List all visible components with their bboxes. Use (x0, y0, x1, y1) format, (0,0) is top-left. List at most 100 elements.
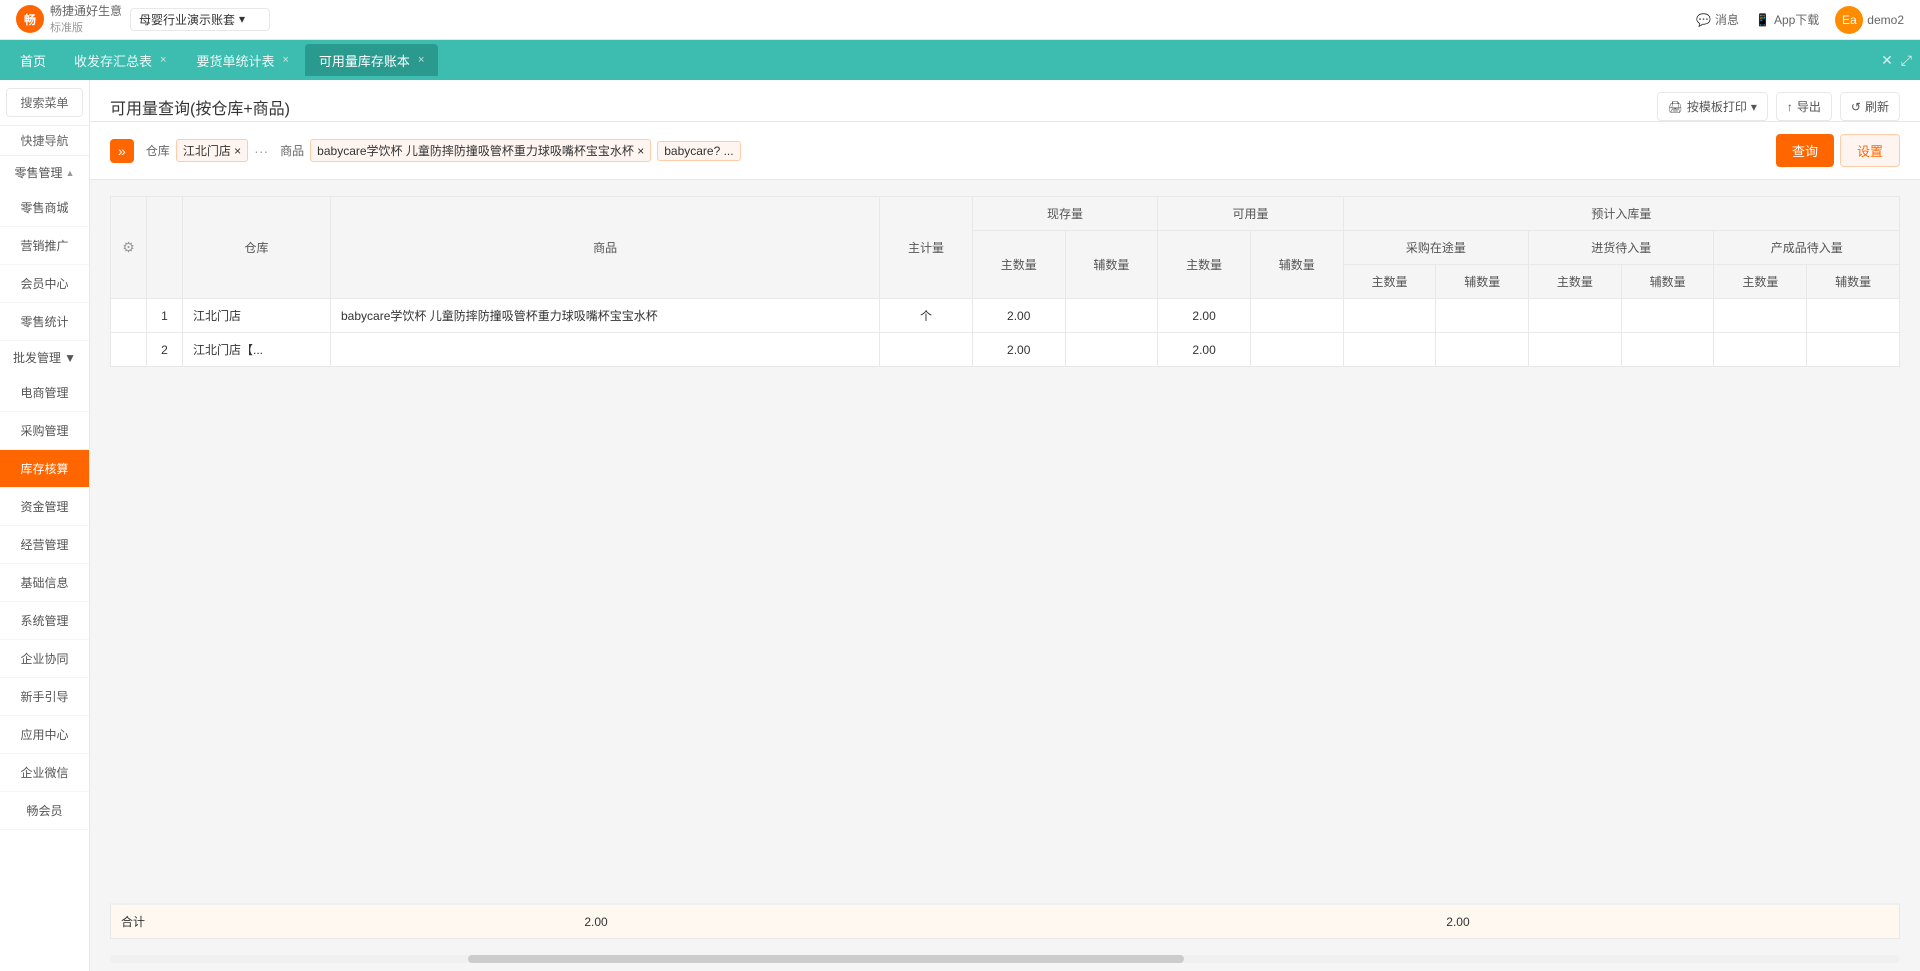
query-btn[interactable]: 查询 (1776, 134, 1834, 167)
template-select[interactable]: 母婴行业演示账套 ▾ (130, 8, 270, 31)
cell-aq-main-2: 2.00 (1158, 333, 1251, 367)
app-download-btn[interactable]: 📱 App下载 (1755, 11, 1819, 28)
main-layout: 搜索菜单 快捷导航 零售管理 零售商城 营销推广 会员中心 零售统计 批发管理 … (0, 80, 1920, 971)
export-btn[interactable]: ↑ 导出 (1776, 92, 1832, 121)
warehouse-filter-label: 仓库 (146, 142, 170, 159)
sidebar-item-wholesale-mgmt-label: 批发管理 (13, 349, 61, 366)
cell-ga-main-2 (1529, 333, 1622, 367)
cell-pt-main-2 (1343, 333, 1436, 367)
sidebar-item-base-info[interactable]: 基础信息 (0, 564, 89, 602)
settings-gear-icon[interactable]: ⚙ (122, 239, 135, 255)
product-tag-1-text: babycare学饮杯 儿童防摔防撞吸管杯重力球吸嘴杯宝宝水杯 × (317, 142, 644, 159)
product-tag-1: babycare学饮杯 儿童防摔防撞吸管杯重力球吸嘴杯宝宝水杯 × (310, 139, 651, 162)
sidebar-item-app-center[interactable]: 应用中心 (0, 716, 89, 754)
user-profile[interactable]: Ea demo2 (1835, 6, 1904, 34)
tab-order-stats[interactable]: 要货单统计表 × (182, 44, 302, 76)
th-available-qty: 可用量 (1158, 197, 1343, 231)
refresh-icon: ↺ (1851, 100, 1861, 114)
sidebar-item-marketing-label: 营销推广 (20, 237, 68, 254)
th-main-unit: 主计量 (880, 197, 973, 299)
filter-expand-btn[interactable]: » (110, 139, 134, 163)
tab-receipts[interactable]: 收发存汇总表 × (60, 44, 180, 76)
avatar: Ea (1835, 6, 1863, 34)
sidebar-item-enterprise-wechat[interactable]: 企业微信 (0, 754, 89, 792)
th-aq-main: 主数量 (1158, 231, 1251, 299)
sidebar-item-purchase-mgmt[interactable]: 采购管理 (0, 412, 89, 450)
search-menu-btn[interactable]: 搜索菜单 (6, 88, 83, 117)
sidebar-item-retail-stats[interactable]: 零售统计 (0, 303, 89, 341)
sidebar-item-member[interactable]: 畅会员 (0, 792, 89, 830)
horizontal-scrollbar[interactable] (110, 955, 1900, 963)
cell-pt-aux-2 (1436, 333, 1529, 367)
sidebar-item-member-center-label: 会员中心 (20, 275, 68, 292)
message-btn[interactable]: 💬 消息 (1696, 11, 1739, 28)
table-footer: 合计 2.00 2.00 (110, 903, 1900, 939)
th-pt-aux: 辅数量 (1436, 265, 1529, 299)
chevron-icon: ▾ (1751, 100, 1757, 114)
chevron-down-icon: ▾ (239, 12, 245, 26)
tab-home[interactable]: 首页 (8, 44, 58, 76)
cell-product-1: babycare学饮杯 儿童防摔防撞吸管杯重力球吸嘴杯宝宝水杯 (331, 299, 880, 333)
top-bar-right: 💬 消息 📱 App下载 Ea demo2 (1696, 6, 1904, 34)
cell-ga-main-1 (1529, 299, 1622, 333)
tab-available-stock[interactable]: 可用量库存账本 × (305, 44, 438, 76)
th-goods-awaiting: 进货待入量 (1529, 231, 1714, 265)
sidebar-search-area: 搜索菜单 (0, 80, 89, 126)
nav-controls: ✕ ⤢ (1881, 52, 1912, 69)
tab-order-stats-close[interactable]: × (282, 54, 288, 66)
warehouse-filter: 仓库 江北门店 × ··· (146, 139, 268, 162)
quick-nav-btn[interactable]: 快捷导航 (0, 126, 89, 156)
cell-settings-1 (111, 299, 147, 333)
sidebar-item-enterprise-collab[interactable]: 企业协同 (0, 640, 89, 678)
print-label: 按模板打印 (1687, 98, 1747, 115)
sidebar-item-enterprise-collab-label: 企业协同 (20, 650, 68, 667)
message-label: 消息 (1715, 11, 1739, 28)
cell-ga-aux-1 (1621, 299, 1714, 333)
sidebar-item-ops-mgmt[interactable]: 经营管理 (0, 526, 89, 564)
page-title: 可用量查询(按仓库+商品) (110, 95, 290, 119)
th-aq-aux: 辅数量 (1250, 231, 1343, 299)
sidebar-item-ecom-mgmt[interactable]: 电商管理 (0, 374, 89, 412)
sidebar-item-inventory-check-label: 库存核算 (20, 460, 68, 477)
message-icon: 💬 (1696, 13, 1711, 27)
sidebar-item-retail-store[interactable]: 零售商城 (0, 189, 89, 227)
th-finished-awaiting: 产成品待入量 (1714, 231, 1900, 265)
th-current-stock: 现存量 (972, 197, 1157, 231)
cell-aq-main-1: 2.00 (1158, 299, 1251, 333)
sidebar-item-app-center-label: 应用中心 (20, 726, 68, 743)
sidebar-item-member-center[interactable]: 会员中心 (0, 265, 89, 303)
table-row: 2 江北门店【... 2.00 2.00 (111, 333, 1900, 367)
refresh-btn[interactable]: ↺ 刷新 (1840, 92, 1900, 121)
app-icon: 📱 (1755, 13, 1770, 27)
filter-more-icon[interactable]: ··· (254, 143, 268, 159)
sidebar-item-enterprise-wechat-label: 企业微信 (20, 764, 68, 781)
cell-warehouse-2: 江北门店【... (183, 333, 331, 367)
footer-aq-main: 2.00 (1418, 915, 1498, 929)
nav-expand-icon[interactable]: ⤢ (1901, 52, 1912, 69)
cell-fa-aux-2 (1807, 333, 1900, 367)
th-planned-inbound: 预计入库量 (1343, 197, 1899, 231)
product-filter-label: 商品 (280, 142, 304, 159)
sidebar-item-ecom-mgmt-label: 电商管理 (20, 384, 68, 401)
template-select-label: 母婴行业演示账套 (139, 11, 235, 28)
logo-line2: 标准版 (50, 19, 122, 35)
table-container: ⚙ 仓库 商品 主计量 现存量 可用量 预计入库量 主数量 辅数量 主数量 (90, 180, 1920, 903)
sidebar-item-marketing[interactable]: 营销推广 (0, 227, 89, 265)
sidebar-item-retail-mgmt[interactable]: 零售管理 (0, 156, 89, 189)
sidebar-item-inventory-check[interactable]: 库存核算 (0, 450, 89, 488)
cell-ga-aux-2 (1621, 333, 1714, 367)
setting-btn[interactable]: 设置 (1840, 134, 1900, 167)
top-bar: 畅 畅捷通好生意 标准版 母婴行业演示账套 ▾ 💬 消息 📱 App下载 Ea … (0, 0, 1920, 40)
nav-close-icon[interactable]: ✕ (1881, 52, 1893, 69)
sidebar-item-finance-mgmt[interactable]: 资金管理 (0, 488, 89, 526)
tab-available-stock-close[interactable]: × (418, 54, 424, 66)
print-by-template-btn[interactable]: 🖨 按模板打印 ▾ (1657, 92, 1768, 121)
sidebar-item-sys-mgmt[interactable]: 系统管理 (0, 602, 89, 640)
sidebar-item-purchase-mgmt-label: 采购管理 (20, 422, 68, 439)
print-icon: 🖨 (1668, 100, 1683, 114)
logo-area: 畅 畅捷通好生意 标准版 (16, 4, 122, 34)
tab-receipts-close[interactable]: × (160, 54, 166, 66)
sidebar-item-new-guide[interactable]: 新手引导 (0, 678, 89, 716)
cell-pt-main-1 (1343, 299, 1436, 333)
sidebar-item-wholesale-mgmt[interactable]: 批发管理 (0, 341, 89, 374)
